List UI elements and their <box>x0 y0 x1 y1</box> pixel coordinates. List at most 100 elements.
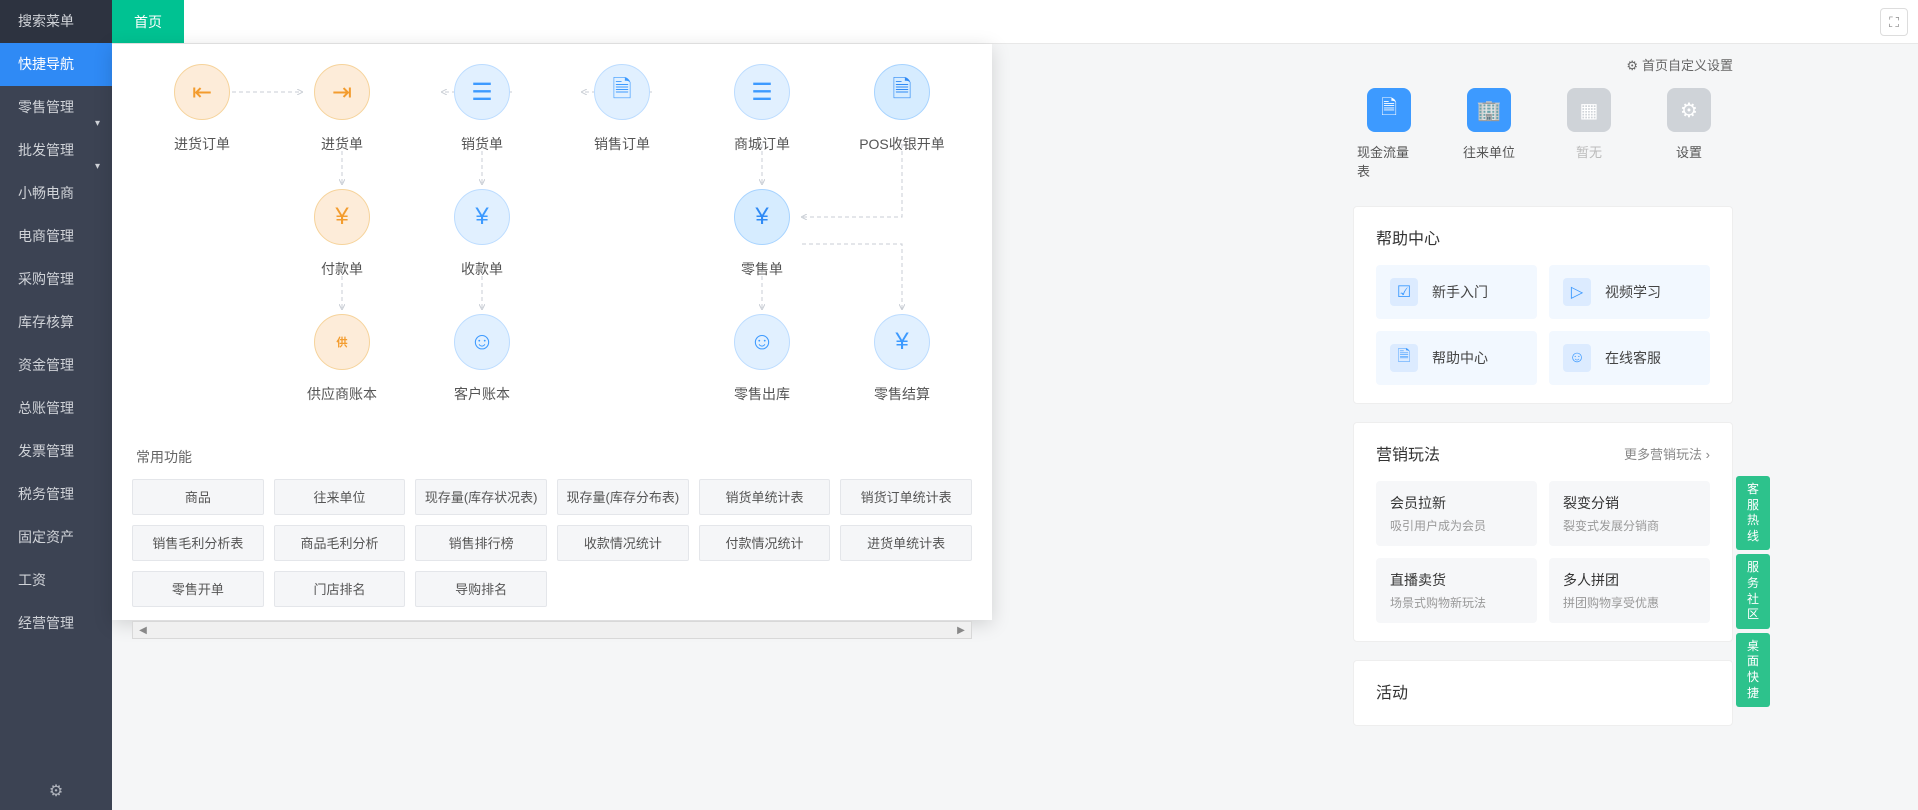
common-fn-1[interactable]: 往来单位 <box>274 479 406 515</box>
help-item-2[interactable]: 🗎帮助中心 <box>1376 331 1537 385</box>
marketing-item-sub: 裂变式发展分销商 <box>1563 517 1696 534</box>
scroll-right-arrow[interactable]: ▶ <box>951 625 971 636</box>
common-fn-8[interactable]: 销售排行榜 <box>415 525 547 561</box>
sidebar-item-6[interactable]: 采购管理 <box>0 258 112 301</box>
sidebar-item-5[interactable]: 电商管理 <box>0 215 112 258</box>
gear-icon: ⚙ <box>1667 88 1711 132</box>
doc-out-icon: ⇥ <box>314 64 370 120</box>
sidebar-item-0[interactable]: 搜索菜单 <box>0 0 112 43</box>
common-fn-7[interactable]: 商品毛利分析 <box>274 525 406 561</box>
home-custom-settings[interactable]: ⚙首页自定义设置 <box>1353 55 1733 74</box>
sidebar: 搜索菜单快捷导航零售管理▾批发管理▾小畅电商电商管理采购管理库存核算资金管理总账… <box>0 0 112 810</box>
sidebar-item-13[interactable]: 工资 <box>0 559 112 602</box>
marketing-item-1[interactable]: 裂变分销裂变式发展分销商 <box>1549 481 1710 546</box>
placeholder-icon: ▦ <box>1567 88 1611 132</box>
quick-icon-2[interactable]: ▦暂无 <box>1557 88 1621 180</box>
marketing-item-2[interactable]: 直播卖货场景式购物新玩法 <box>1376 558 1537 623</box>
more-marketing-link[interactable]: 更多营销玩法 › <box>1624 444 1710 463</box>
help-item-0[interactable]: ☑新手入门 <box>1376 265 1537 319</box>
flow-node-客户账本[interactable]: ☺客户账本 <box>412 314 552 404</box>
quick-icon-3[interactable]: ⚙设置 <box>1657 88 1721 180</box>
quick-icon-label: 往来单位 <box>1463 142 1515 161</box>
yen-doc-icon: ¥ <box>454 189 510 245</box>
flow-node-供应商账本[interactable]: 供供应商账本 <box>272 314 412 404</box>
tab-home[interactable]: 首页 <box>112 0 184 43</box>
flow-label: POS收银开单 <box>859 134 945 154</box>
common-fn-5[interactable]: 销货订单统计表 <box>840 479 972 515</box>
common-fn-13[interactable]: 门店排名 <box>274 571 406 607</box>
flow-node-收款单[interactable]: ¥ 收款单 <box>412 189 552 279</box>
sidebar-item-12[interactable]: 固定资产 <box>0 516 112 559</box>
flow-node-进货单[interactable]: ⇥ 进货单 <box>272 64 412 154</box>
help-center-card: 帮助中心 ☑新手入门▷视频学习🗎帮助中心☺在线客服 <box>1353 206 1733 404</box>
sidebar-item-9[interactable]: 总账管理 <box>0 387 112 430</box>
flow-label: 销货单 <box>461 134 503 154</box>
common-fn-2[interactable]: 现存量(库存状况表) <box>415 479 547 515</box>
doc-in-icon: ⇤ <box>174 64 230 120</box>
marketing-item-title: 直播卖货 <box>1390 570 1523 590</box>
doc-icon: 🗎 <box>1390 344 1418 372</box>
flow-node-零售单[interactable]: ¥零售单 <box>692 189 832 279</box>
sidebar-item-7[interactable]: 库存核算 <box>0 301 112 344</box>
headset-icon: ☺ <box>1563 344 1591 372</box>
help-label: 新手入门 <box>1432 282 1488 302</box>
common-fn-11[interactable]: 进货单统计表 <box>840 525 972 561</box>
common-fn-10[interactable]: 付款情况统计 <box>699 525 831 561</box>
play-icon: ▷ <box>1563 278 1591 306</box>
flow-label: 零售结算 <box>874 384 930 404</box>
flow-label: 零售单 <box>741 259 783 279</box>
right-column: ⚙首页自定义设置 🗎现金流量表🏢往来单位▦暂无⚙设置 帮助中心 ☑新手入门▷视频… <box>1353 55 1733 744</box>
flow-node-零售出库[interactable]: ☺ 零售出库 <box>692 314 832 404</box>
flow-node-付款单[interactable]: ¥付款单 <box>272 189 412 279</box>
common-fn-4[interactable]: 销货单统计表 <box>699 479 831 515</box>
common-fn-0[interactable]: 商品 <box>132 479 264 515</box>
help-label: 在线客服 <box>1605 348 1661 368</box>
fullscreen-button[interactable]: ⛶ <box>1880 8 1908 36</box>
flow-label: 销售订单 <box>594 134 650 154</box>
flow-node-进货订单[interactable]: ⇤进货订单 <box>132 64 272 154</box>
custom-settings-label: 首页自定义设置 <box>1642 58 1733 73</box>
marketing-item-title: 多人拼团 <box>1563 570 1696 590</box>
float-tag-1[interactable]: 服务社区 <box>1736 554 1770 628</box>
flow-label: 收款单 <box>461 259 503 279</box>
flow-node-POS收银开单[interactable]: 🗎POS收银开单 <box>832 64 972 154</box>
flow-label: 进货单 <box>321 134 363 154</box>
sidebar-item-8[interactable]: 资金管理 <box>0 344 112 387</box>
marketing-card: 营销玩法 更多营销玩法 › 会员拉新吸引用户成为会员裂变分销裂变式发展分销商直播… <box>1353 422 1733 642</box>
sidebar-item-10[interactable]: 发票管理 <box>0 430 112 473</box>
float-tag-0[interactable]: 客服热线 <box>1736 476 1770 550</box>
flow-node-商城订单[interactable]: ☰商城订单 <box>692 64 832 154</box>
float-tag-2[interactable]: 桌面快捷 <box>1736 633 1770 707</box>
help-item-1[interactable]: ▷ 视频学习 <box>1549 265 1710 319</box>
sidebar-item-3[interactable]: 批发管理▾ <box>0 129 112 172</box>
help-label: 视频学习 <box>1605 282 1661 302</box>
common-fn-12[interactable]: 零售开单 <box>132 571 264 607</box>
sidebar-item-2[interactable]: 零售管理▾ <box>0 86 112 129</box>
flow-label: 客户账本 <box>454 384 510 404</box>
common-fn-9[interactable]: 收款情况统计 <box>557 525 689 561</box>
horizontal-scrollbar[interactable]: ◀ ▶ <box>132 621 972 639</box>
building-icon: 🏢 <box>1467 88 1511 132</box>
scroll-left-arrow[interactable]: ◀ <box>133 625 153 636</box>
common-fn-14[interactable]: 导购排名 <box>415 571 547 607</box>
marketing-item-3[interactable]: 多人拼团拼团购物享受优惠 <box>1549 558 1710 623</box>
common-fn-3[interactable]: 现存量(库存分布表) <box>557 479 689 515</box>
flow-node-销货单[interactable]: ☰销货单 <box>412 64 552 154</box>
person-doc-icon: ☺ <box>734 314 790 370</box>
sidebar-item-1[interactable]: 快捷导航 <box>0 43 112 86</box>
sidebar-item-11[interactable]: 税务管理 <box>0 473 112 516</box>
marketing-item-0[interactable]: 会员拉新吸引用户成为会员 <box>1376 481 1537 546</box>
flow-node-零售结算[interactable]: ¥零售结算 <box>832 314 972 404</box>
help-item-3[interactable]: ☺ 在线客服 <box>1549 331 1710 385</box>
marketing-item-sub: 拼团购物享受优惠 <box>1563 594 1696 611</box>
settings-gear-footer[interactable]: ⚙ <box>0 774 112 810</box>
common-fn-6[interactable]: 销售毛利分析表 <box>132 525 264 561</box>
sidebar-item-14[interactable]: 经营管理 <box>0 602 112 645</box>
flow-node-销售订单[interactable]: 🗎销售订单 <box>552 64 692 154</box>
document-icon: 🗎 <box>1367 88 1411 132</box>
quick-icon-1[interactable]: 🏢 往来单位 <box>1457 88 1521 180</box>
sidebar-item-4[interactable]: 小畅电商 <box>0 172 112 215</box>
quick-icon-0[interactable]: 🗎现金流量表 <box>1357 88 1421 180</box>
flow-label: 零售出库 <box>734 384 790 404</box>
marketing-item-sub: 场景式购物新玩法 <box>1390 594 1523 611</box>
